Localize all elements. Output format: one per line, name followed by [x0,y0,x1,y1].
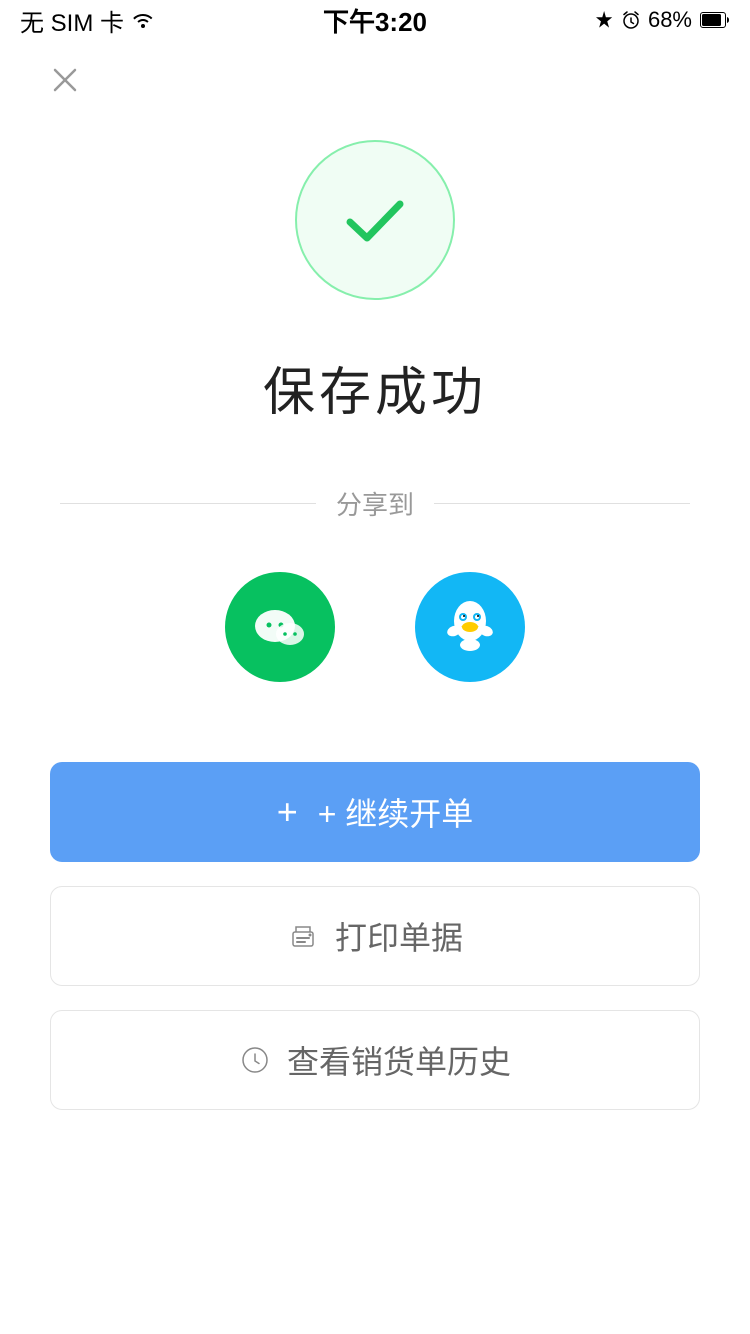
main-content: 保存成功 分享到 [0,40,750,1110]
wechat-share-button[interactable] [225,572,335,682]
wechat-logo [248,600,313,655]
no-sim-text: 无 SIM 卡 [20,3,124,38]
wifi-icon [132,12,154,28]
share-icons-container [225,572,525,682]
location-icon [596,11,614,29]
close-button[interactable] [40,55,90,105]
success-icon-circle [295,140,455,300]
alarm-icon [622,11,640,29]
divider-line-right [434,503,690,504]
share-divider: 分享到 [0,485,750,522]
print-button[interactable]: 打印单据 [50,886,700,986]
status-time: 下午3:20 [323,2,427,39]
qq-share-button[interactable] [415,572,525,682]
plus-icon: + [277,791,298,833]
status-left: 无 SIM 卡 [20,3,154,38]
battery-icon [700,12,730,28]
status-bar: 无 SIM 卡 下午3:20 68% [0,0,750,40]
status-right: 68% [596,7,730,33]
history-button[interactable]: 查看销货单历史 [50,1010,700,1110]
success-title: 保存成功 [263,350,487,425]
history-label: 查看销货单历史 [287,1037,511,1083]
share-label: 分享到 [336,485,414,522]
print-label: 打印单据 [335,913,463,959]
continue-button[interactable]: + + 继续开单 [50,762,700,862]
checkmark-icon [335,180,415,260]
action-buttons: + + 继续开单 打印单据 查看销货单历史 [0,762,750,1110]
clock-icon [239,1044,271,1076]
divider-line-left [60,503,316,504]
qq-logo [440,595,500,660]
continue-label: + 继续开单 [318,789,474,835]
battery-percent: 68% [648,7,692,33]
printer-icon [287,920,319,952]
